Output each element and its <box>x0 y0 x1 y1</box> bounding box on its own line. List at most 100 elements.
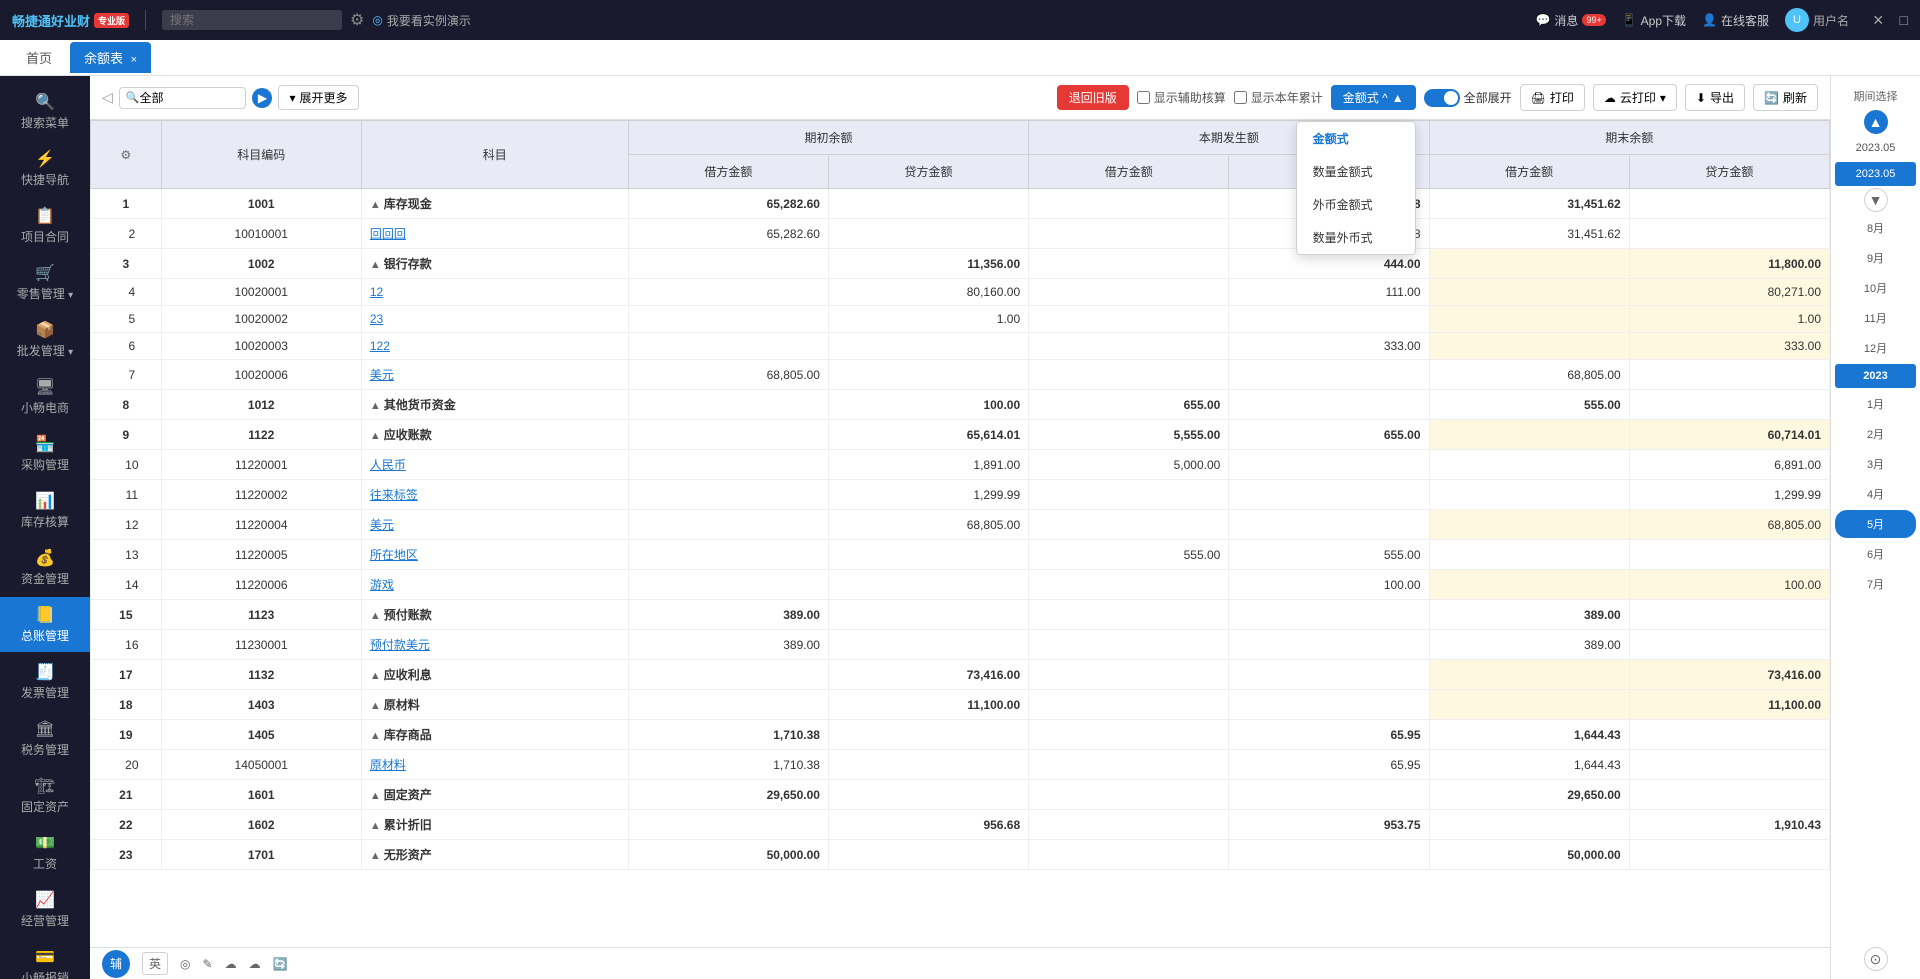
tab-close-icon[interactable]: × <box>131 54 137 66</box>
sidebar-item-wholesale[interactable]: 📦 批发管理 ▾ <box>0 312 90 367</box>
row-name[interactable]: 预付款美元 <box>361 630 628 660</box>
print-btn[interactable]: 🖨 打印 <box>1520 84 1585 111</box>
sidebar-item-ledger[interactable]: 📒 总账管理 <box>0 597 90 652</box>
row-name[interactable]: ▲ 库存现金 <box>361 189 628 219</box>
message-btn[interactable]: 💬 消息 99+ <box>1535 12 1605 29</box>
period-8[interactable]: 8月 <box>1835 214 1916 242</box>
toggle-switch[interactable] <box>1424 89 1460 107</box>
show-ytd-checkbox[interactable]: 显示本年累计 <box>1234 89 1323 106</box>
period-collapse-btn[interactable]: ⊙ <box>1864 947 1888 971</box>
show-assist-checkbox[interactable]: 显示辅助核算 <box>1137 89 1226 106</box>
close-icon[interactable]: × <box>1873 10 1884 31</box>
period-up-btn[interactable]: ▲ <box>1864 110 1888 134</box>
user-avatar[interactable]: U 用户名 <box>1785 8 1849 32</box>
status-icon-4[interactable]: ☁ <box>249 957 261 971</box>
row-name[interactable]: ▲ 其他货币资金 <box>361 390 628 420</box>
lang-btn[interactable]: 英 <box>142 952 168 975</box>
period-down-btn[interactable]: ▼ <box>1864 188 1888 212</box>
period-11[interactable]: 11月 <box>1835 304 1916 332</box>
assist-btn[interactable]: 辅 <box>102 950 130 978</box>
ytd-checkbox-input[interactable] <box>1234 91 1247 104</box>
refresh-btn[interactable]: 🔄 刷新 <box>1753 84 1818 111</box>
tab-balance[interactable]: 余额表 × <box>70 42 151 73</box>
period-10[interactable]: 10月 <box>1835 274 1916 302</box>
period-1[interactable]: 1月 <box>1835 390 1916 418</box>
sidebar-item-search[interactable]: 🔍 搜索菜单 <box>0 84 90 139</box>
style-btn[interactable]: 金额式 ^ ▲ <box>1331 85 1416 110</box>
online-service-btn[interactable]: 👤 在线客服 <box>1702 12 1769 29</box>
row-name[interactable]: 23 <box>361 306 628 333</box>
sidebar-item-quicknav[interactable]: ⚡ 快捷导航 <box>0 141 90 196</box>
sidebar-item-crm[interactable]: 💳 小畅报销 <box>0 939 90 979</box>
row-name[interactable]: 原材料 <box>361 750 628 780</box>
period-12[interactable]: 12月 <box>1835 334 1916 362</box>
status-icon-2[interactable]: ✎ <box>203 957 213 971</box>
row-name[interactable]: 美元 <box>361 510 628 540</box>
sidebar-item-tax[interactable]: 🏛 税务管理 <box>0 711 90 766</box>
sidebar-item-salary[interactable]: 💵 工资 <box>0 825 90 880</box>
period-2023-05-start[interactable]: 2023.05 <box>1835 136 1916 160</box>
chevron-down-icon2: ▾ <box>68 347 73 358</box>
period-9[interactable]: 9月 <box>1835 244 1916 272</box>
expand-all-toggle[interactable]: 全部展开 <box>1424 89 1512 107</box>
return-btn[interactable]: 退回旧版 <box>1057 85 1129 110</box>
settings-icon[interactable]: ⚙ <box>350 10 364 30</box>
status-icon-1[interactable]: ◎ <box>180 957 190 971</box>
row-name[interactable]: 游戏 <box>361 570 628 600</box>
back-icon[interactable]: ◁ <box>102 89 113 106</box>
top-search-input[interactable] <box>162 10 342 30</box>
sidebar-item-assets[interactable]: 🏗 固定资产 <box>0 768 90 823</box>
sidebar-item-ecom[interactable]: 🖥 小畅电商 <box>0 369 90 424</box>
period-4[interactable]: 4月 <box>1835 480 1916 508</box>
status-icon-3[interactable]: ☁ <box>225 957 237 971</box>
row-name[interactable]: ▲ 固定资产 <box>361 780 628 810</box>
assist-checkbox-input[interactable] <box>1137 91 1150 104</box>
dropdown-item-qty-amount[interactable]: 数量金额式 <box>1297 155 1415 188</box>
row-cur-debit <box>1029 810 1229 840</box>
row-name[interactable]: ▲ 库存商品 <box>361 720 628 750</box>
row-name[interactable]: ▲ 无形资产 <box>361 840 628 870</box>
row-name[interactable]: 往来标签 <box>361 480 628 510</box>
row-name[interactable]: ▲ 累计折旧 <box>361 810 628 840</box>
row-name[interactable]: ▲ 应收账款 <box>361 420 628 450</box>
cloud-print-btn[interactable]: ☁ 云打印 ▾ <box>1593 84 1677 111</box>
period-2023-05-end[interactable]: 2023.05 <box>1835 162 1916 186</box>
row-name[interactable]: 122 <box>361 333 628 360</box>
navigate-btn[interactable]: ▶ <box>252 88 272 108</box>
sidebar-item-capital[interactable]: 💰 资金管理 <box>0 540 90 595</box>
row-name[interactable]: ▲ 原材料 <box>361 690 628 720</box>
sidebar-item-ops[interactable]: 📈 经营管理 <box>0 882 90 937</box>
dropdown-item-fx-amount[interactable]: 外币金额式 <box>1297 188 1415 221</box>
period-7[interactable]: 7月 <box>1835 570 1916 598</box>
period-6[interactable]: 6月 <box>1835 540 1916 568</box>
subject-search-input[interactable] <box>139 91 239 105</box>
period-3[interactable]: 3月 <box>1835 450 1916 478</box>
sidebar-item-contract[interactable]: 📋 项目合同 <box>0 198 90 253</box>
period-2[interactable]: 2月 <box>1835 420 1916 448</box>
row-code: 10020002 <box>161 306 361 333</box>
period-5[interactable]: 5月 <box>1835 510 1916 538</box>
sidebar-item-retail[interactable]: 🛒 零售管理 ▾ <box>0 255 90 310</box>
sidebar-item-purchase[interactable]: 🏪 采购管理 <box>0 426 90 481</box>
row-name[interactable]: ▲ 预付账款 <box>361 600 628 630</box>
sidebar-item-inventory[interactable]: 📊 库存核算 <box>0 483 90 538</box>
export-btn[interactable]: ⬇ 导出 <box>1685 84 1745 111</box>
dropdown-item-amount[interactable]: 金额式 <box>1297 122 1415 155</box>
sidebar-item-invoice[interactable]: 🧾 发票管理 <box>0 654 90 709</box>
row-name[interactable]: 回回回 <box>361 219 628 249</box>
row-name[interactable]: 人民币 <box>361 450 628 480</box>
demo-link[interactable]: ◎ 我要看实例演示 <box>372 12 471 29</box>
row-name[interactable]: 所在地区 <box>361 540 628 570</box>
row-name[interactable]: ▲ 银行存款 <box>361 249 628 279</box>
maximize-icon[interactable]: □ <box>1900 12 1908 28</box>
app-download-btn[interactable]: 📱 App下载 <box>1622 12 1686 29</box>
period-year-2023[interactable]: 2023 <box>1835 364 1916 388</box>
dropdown-item-qty-fx[interactable]: 数量外币式 <box>1297 221 1415 254</box>
tab-home[interactable]: 首页 <box>12 42 66 73</box>
status-icon-5[interactable]: 🔄 <box>273 957 288 971</box>
row-name[interactable]: 12 <box>361 279 628 306</box>
row-name[interactable]: ▲ 应收利息 <box>361 660 628 690</box>
table-settings-icon[interactable]: ⚙ <box>120 148 131 162</box>
row-name[interactable]: 美元 <box>361 360 628 390</box>
expand-btn[interactable]: ▾ 展开更多 <box>278 85 358 110</box>
